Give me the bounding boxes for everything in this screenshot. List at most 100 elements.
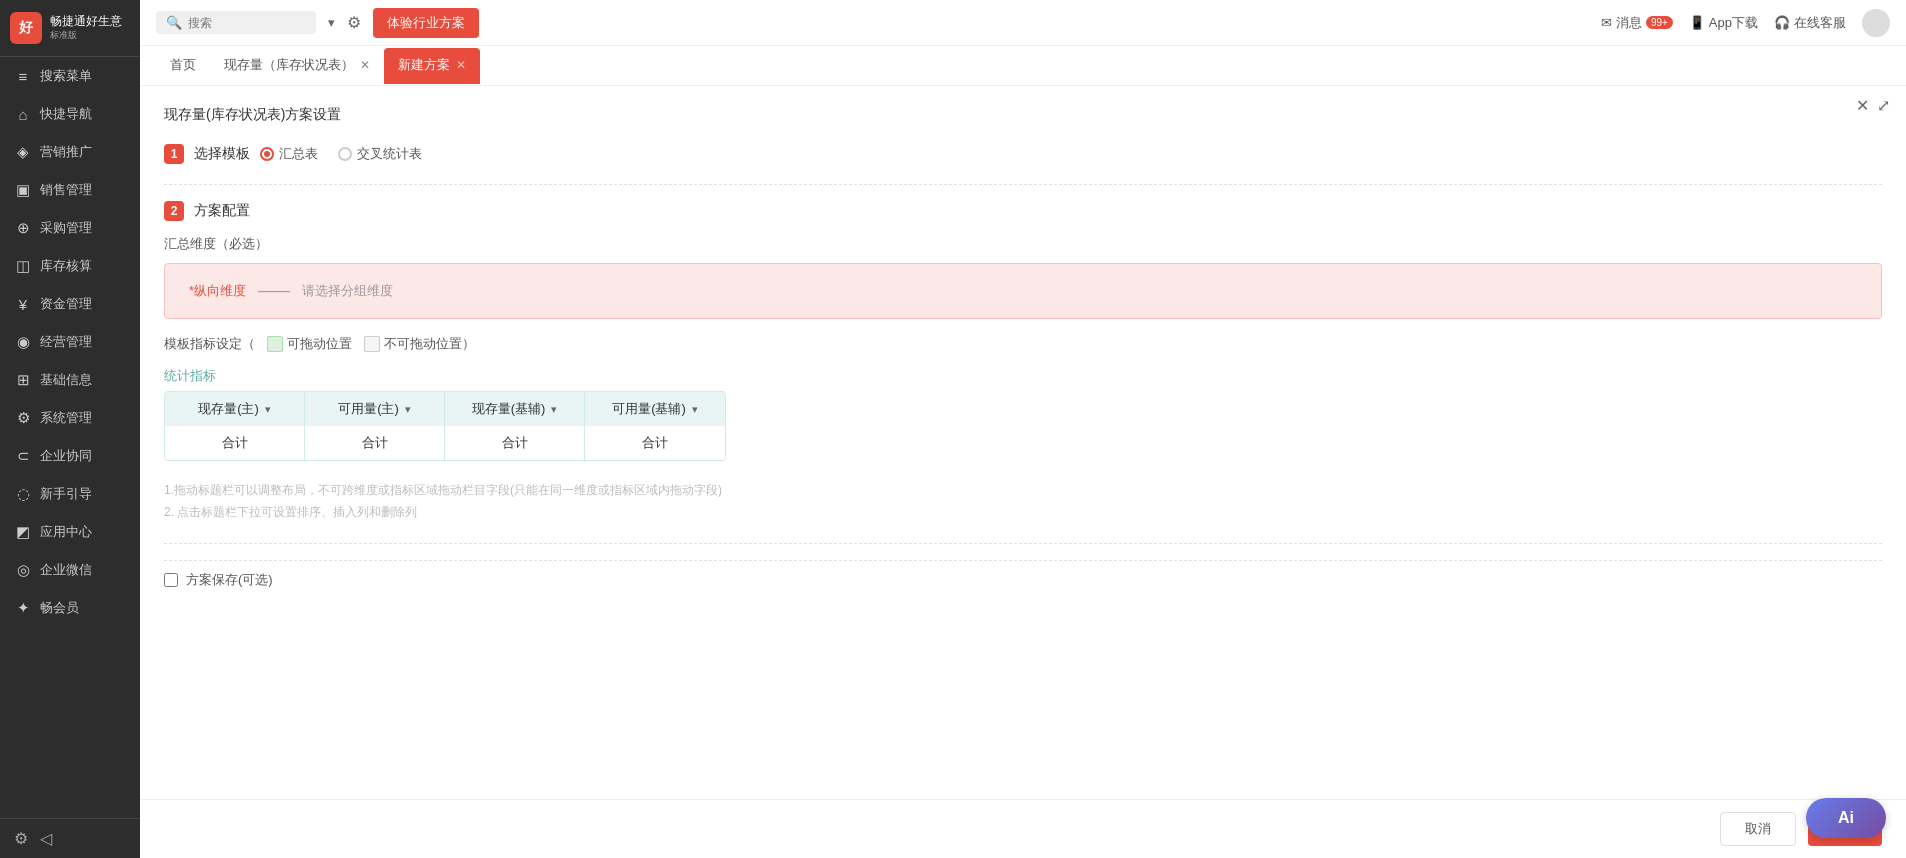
draggable-indicator: 可拖动位置 [267,335,352,353]
col-header-label-2: 现存量(基辅) [472,400,546,418]
radio-summary[interactable]: 汇总表 [260,145,318,163]
section1-header: 1 选择模板 汇总表 交叉统计表 [164,144,1882,164]
purchase-icon: ⊕ [14,219,32,237]
col-summary-3: 合计 [642,434,668,452]
radio-summary-dot [260,147,274,161]
sidebar-item-operations[interactable]: ◉ 经营管理 [0,323,140,361]
sidebar-item-finance[interactable]: ¥ 资金管理 [0,285,140,323]
ai-assistant-button[interactable]: Ai [1806,798,1886,838]
col-header-label-0: 现存量(主) [198,400,259,418]
tab-inventory-close-icon[interactable]: ✕ [360,58,370,72]
search-menu-icon: ≡ [14,68,32,85]
stats-col-head-1[interactable]: 可用量(主) ▾ [305,392,445,426]
search-box[interactable]: 🔍 [156,11,316,34]
action-bar: 取消 查询 [140,799,1906,858]
topbar: 🔍 ▾ ⚙ 体验行业方案 ✉ 消息 99+ 📱 App下载 🎧 在线客服 [140,0,1906,46]
sidebar-item-app-center[interactable]: ◩ 应用中心 [0,513,140,551]
app-name: 畅捷通好生意 [50,14,122,30]
stats-col-body-0: 合计 [165,426,305,460]
sidebar-item-inventory[interactable]: ◫ 库存核算 [0,247,140,285]
page-title: 现存量(库存状况表)方案设置 [164,106,1882,124]
tab-bar: 首页 现存量（库存状况表） ✕ 新建方案 ✕ [140,46,1906,86]
sidebar-item-label: 经营管理 [40,333,92,351]
dimension-box[interactable]: *纵向维度 —— 请选择分组维度 [164,263,1882,319]
radio-cross[interactable]: 交叉统计表 [338,145,422,163]
gift-icon: ◈ [14,143,32,161]
topbar-dropdown-icon[interactable]: ▾ [328,15,335,30]
expand-panel-icon[interactable]: ⤢ [1877,96,1890,115]
section1-label: 选择模板 [194,145,250,163]
stats-section: 统计指标 现存量(主) ▾ 可用量(主) ▾ [164,367,1882,464]
col-chevron-0: ▾ [265,403,271,416]
stats-col-head-3[interactable]: 可用量(基辅) ▾ [585,392,725,426]
stats-header: 统计指标 [164,367,1882,385]
sidebar-item-search-menu[interactable]: ≡ 搜索菜单 [0,57,140,95]
save-checkbox[interactable] [164,573,178,587]
col-chevron-2: ▾ [551,403,557,416]
topbar-right: ✉ 消息 99+ 📱 App下载 🎧 在线客服 [1601,9,1890,37]
basic-info-icon: ⊞ [14,371,32,389]
customer-service-button[interactable]: 🎧 在线客服 [1774,14,1846,32]
draggable-box [267,336,283,352]
close-panel-icon[interactable]: ✕ [1856,96,1869,115]
wechat-icon: ◎ [14,561,32,579]
vertical-dim-label: *纵向维度 [189,282,246,300]
sidebar-item-purchase[interactable]: ⊕ 采购管理 [0,209,140,247]
section2-label: 方案配置 [194,202,250,220]
sidebar-item-marketing[interactable]: ◈ 营销推广 [0,133,140,171]
tab-new-plan[interactable]: 新建方案 ✕ [384,48,480,84]
sidebar-item-label: 基础信息 [40,371,92,389]
sidebar-item-enterprise[interactable]: ⊂ 企业协同 [0,437,140,475]
sidebar-item-sys-mgmt[interactable]: ⚙ 系统管理 [0,399,140,437]
sidebar-item-member[interactable]: ✦ 畅会员 [0,589,140,627]
template-indicators-label: 模板指标设定（ [164,335,255,353]
finance-icon: ¥ [14,296,32,313]
topbar-gear-icon[interactable]: ⚙ [347,13,361,32]
sidebar-item-sales[interactable]: ▣ 销售管理 [0,171,140,209]
sound-icon[interactable]: ◁ [40,829,52,848]
radio-cross-dot [338,147,352,161]
col-summary-2: 合计 [502,434,528,452]
stats-col-head-2[interactable]: 现存量(基辅) ▾ [445,392,585,426]
tab-inventory-status[interactable]: 现存量（库存状况表） ✕ [210,48,384,84]
col-header-label-1: 可用量(主) [338,400,399,418]
settings-icon[interactable]: ⚙ [14,829,28,848]
sidebar-item-label: 新手引导 [40,485,92,503]
sidebar-item-quick-nav[interactable]: ⌂ 快捷导航 [0,95,140,133]
sidebar-item-label: 销售管理 [40,181,92,199]
headset-icon: 🎧 [1774,15,1790,30]
operations-icon: ◉ [14,333,32,351]
col-header-label-3: 可用量(基辅) [612,400,686,418]
member-icon: ✦ [14,599,32,617]
user-avatar[interactable] [1862,9,1890,37]
sidebar-item-wechat[interactable]: ◎ 企业微信 [0,551,140,589]
sidebar-item-label: 采购管理 [40,219,92,237]
cancel-button[interactable]: 取消 [1720,812,1796,846]
step2-badge: 2 [164,201,184,221]
panel-controls: ✕ ⤢ [1856,96,1890,115]
industry-plan-button[interactable]: 体验行业方案 [373,8,479,38]
message-button[interactable]: ✉ 消息 99+ [1601,14,1673,32]
col-summary-1: 合计 [362,434,388,452]
app-download-button[interactable]: 📱 App下载 [1689,14,1758,32]
tab-home[interactable]: 首页 [156,48,210,84]
aggregate-dim-label: 汇总维度（必选） [164,235,1882,253]
app-edition: 标准版 [50,29,122,42]
home-icon: ⌂ [14,106,32,123]
sidebar-item-label: 资金管理 [40,295,92,313]
sidebar-item-label: 企业微信 [40,561,92,579]
sidebar-item-guide[interactable]: ◌ 新手引导 [0,475,140,513]
step1-badge: 1 [164,144,184,164]
section-divider-2 [164,543,1882,544]
stats-col-head-0[interactable]: 现存量(主) ▾ [165,392,305,426]
stats-col-body-2: 合计 [445,426,585,460]
stats-col-body-1: 合计 [305,426,445,460]
app-center-icon: ◩ [14,523,32,541]
search-input[interactable] [188,16,306,30]
content-inner: ✕ ⤢ 现存量(库存状况表)方案设置 1 选择模板 汇总表 [140,86,1906,858]
tab-new-plan-close-icon[interactable]: ✕ [456,58,466,72]
message-label: 消息 [1616,14,1642,32]
sidebar-nav: ≡ 搜索菜单 ⌂ 快捷导航 ◈ 营销推广 ▣ 销售管理 ⊕ 采购管理 ◫ 库存核… [0,57,140,818]
template-radio-group: 汇总表 交叉统计表 [260,145,422,163]
sidebar-item-basic-info[interactable]: ⊞ 基础信息 [0,361,140,399]
